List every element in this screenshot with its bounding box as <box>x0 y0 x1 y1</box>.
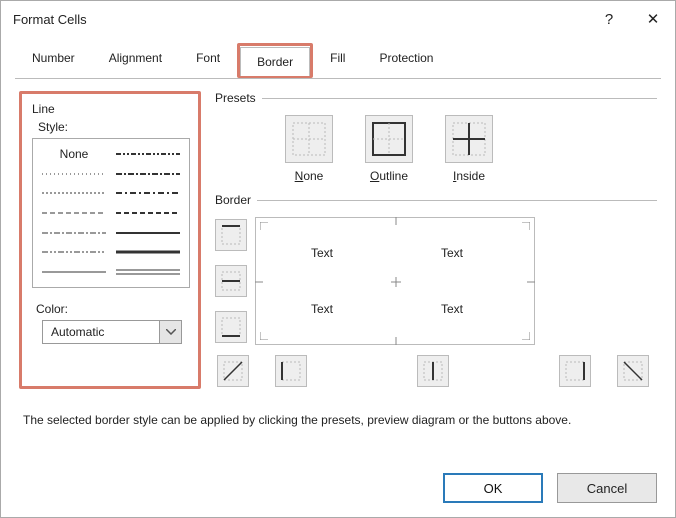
cancel-button[interactable]: Cancel <box>557 473 657 503</box>
dialog-body: Line Style: None <box>1 79 675 427</box>
preset-none[interactable]: None <box>285 115 333 183</box>
line-style-thin[interactable] <box>40 265 108 279</box>
border-preview[interactable]: Text Text Text Text <box>255 217 535 345</box>
presets-label: Presets <box>215 91 262 105</box>
preset-none-label: None <box>295 169 324 183</box>
tab-font[interactable]: Font <box>179 43 237 72</box>
preview-text-br: Text <box>441 302 463 316</box>
line-style-medium[interactable] <box>114 226 182 240</box>
preset-inside-icon <box>445 115 493 163</box>
border-diag-up-button[interactable] <box>217 355 249 387</box>
ok-button[interactable]: OK <box>443 473 543 503</box>
close-button[interactable]: ✕ <box>631 1 675 37</box>
right-panel: Presets None Outline Inside <box>215 91 657 397</box>
preset-outline-icon <box>365 115 413 163</box>
border-bottom-button[interactable] <box>215 311 247 343</box>
border-group: Border <box>215 193 657 393</box>
preset-inside-label: Inside <box>453 169 485 183</box>
line-style-mediumdashed[interactable] <box>114 206 182 220</box>
dialog-title: Format Cells <box>13 12 587 27</box>
preview-text-bl: Text <box>311 302 333 316</box>
title-bar: Format Cells ? ✕ <box>1 1 675 37</box>
preset-outline[interactable]: Outline <box>365 115 413 183</box>
color-dropdown[interactable]: Automatic <box>42 320 182 344</box>
tab-border[interactable]: Border <box>240 47 310 76</box>
border-hmid-button[interactable] <box>215 265 247 297</box>
tab-alignment[interactable]: Alignment <box>92 43 179 72</box>
preview-text-tr: Text <box>441 246 463 260</box>
dialog-footer: OK Cancel <box>443 473 657 503</box>
preset-none-icon <box>285 115 333 163</box>
tab-protection[interactable]: Protection <box>362 43 450 72</box>
line-style-mediumdashdotdot[interactable] <box>114 147 182 161</box>
color-value: Automatic <box>43 325 159 339</box>
border-label: Border <box>215 193 257 207</box>
preview-text-tl: Text <box>311 246 333 260</box>
color-label: Color: <box>36 302 188 316</box>
line-style-dotted[interactable] <box>40 186 108 200</box>
help-button[interactable]: ? <box>587 1 631 37</box>
line-label: Line <box>32 102 188 116</box>
border-vmid-button[interactable] <box>417 355 449 387</box>
border-left-button[interactable] <box>275 355 307 387</box>
presets-group: Presets None Outline Inside <box>215 91 657 189</box>
border-right-button[interactable] <box>559 355 591 387</box>
format-cells-dialog: Format Cells ? ✕ Number Alignment Font B… <box>0 0 676 518</box>
tab-fill[interactable]: Fill <box>313 43 362 72</box>
preset-outline-label: Outline <box>370 169 408 183</box>
line-style-slantdashdot[interactable] <box>114 167 182 181</box>
line-style-double[interactable] <box>114 265 182 279</box>
line-style-none[interactable]: None <box>40 147 108 161</box>
style-label: Style: <box>38 120 188 134</box>
line-style-grid: None <box>32 138 190 288</box>
hint-text: The selected border style can be applied… <box>23 413 653 427</box>
line-style-dashed[interactable] <box>40 206 108 220</box>
chevron-down-icon <box>159 321 181 343</box>
line-style-hairline[interactable] <box>40 167 108 181</box>
line-style-dashdotdot[interactable] <box>40 245 108 259</box>
border-top-button[interactable] <box>215 219 247 251</box>
line-panel: Line Style: None <box>19 91 201 389</box>
line-style-thick[interactable] <box>114 245 182 259</box>
line-style-dashdot[interactable] <box>40 226 108 240</box>
line-style-mediumdashdot[interactable] <box>114 186 182 200</box>
tab-strip: Number Alignment Font Border Fill Protec… <box>15 43 661 79</box>
preset-inside[interactable]: Inside <box>445 115 493 183</box>
border-diag-down-button[interactable] <box>617 355 649 387</box>
tab-number[interactable]: Number <box>15 43 92 72</box>
